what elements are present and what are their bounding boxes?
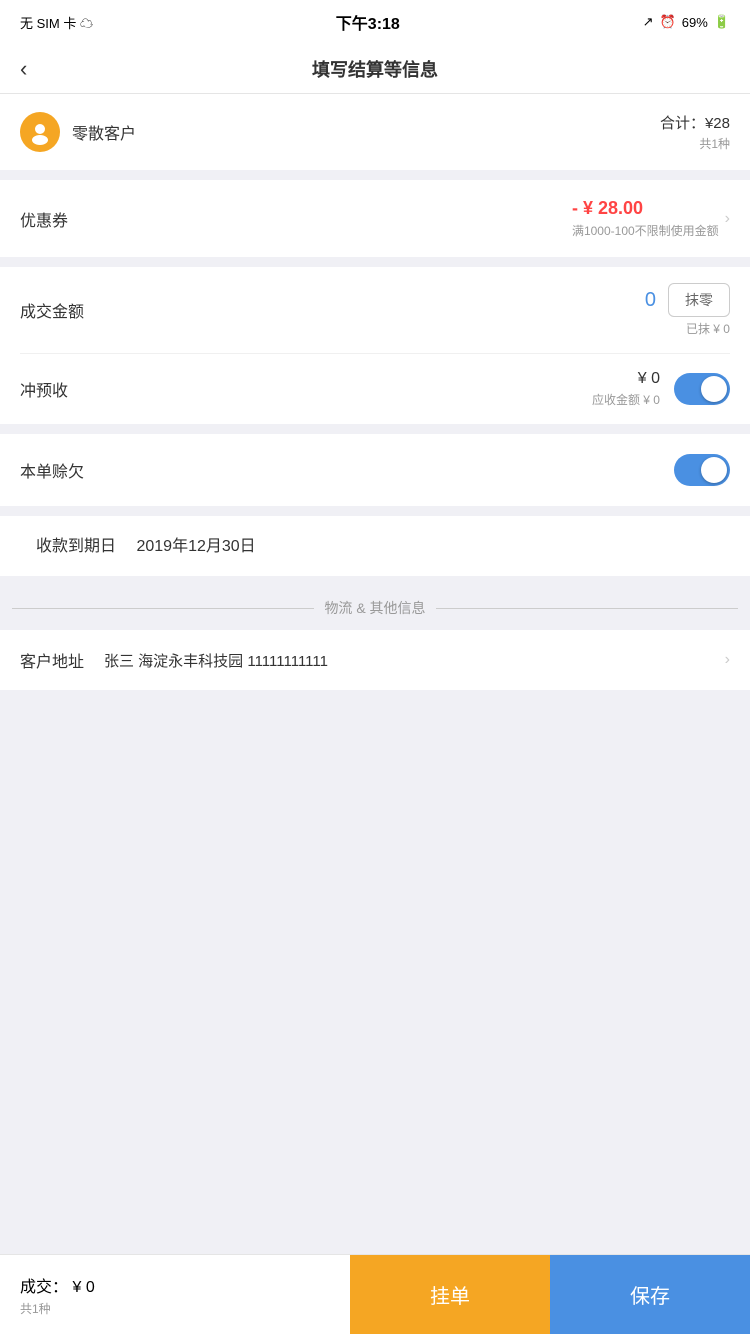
customer-row[interactable]: 零散客户 合计：¥28 共1种 [0, 94, 750, 170]
pre-received-row: 冲预收 ¥ 0 应收金额 ¥ 0 [20, 354, 730, 424]
coupon-section: 优惠券 - ¥ 28.00 满1000-100不限制使用金额 › [0, 180, 750, 257]
sim-status: 无 SIM 卡 ☁ [20, 13, 93, 32]
status-bar: 无 SIM 卡 ☁ 下午3:18 ↗ ⏰ 69% 🔋 [0, 0, 750, 44]
pre-received-sub: 应收金额 ¥ 0 [592, 391, 660, 408]
logistics-header: 物流 & 其他信息 [0, 586, 750, 630]
round-button[interactable]: 抹零 [668, 283, 730, 317]
deal-section: 成交金额 0 抹零 已抹 ¥ 0 冲预收 ¥ 0 应收金额 ¥ 0 [0, 267, 750, 424]
alarm-icon: ⏰ [660, 14, 676, 30]
status-time: 下午3:18 [336, 10, 400, 34]
logistics-label: 物流 & 其他信息 [324, 598, 425, 618]
due-date-row: 收款到期日 2019年12月30日 [0, 516, 750, 576]
debit-section: 本单赊欠 [0, 434, 750, 506]
main-content: 零散客户 合计：¥28 共1种 优惠券 - ¥ 28.00 满1000-100不… [0, 94, 750, 780]
customer-avatar [20, 112, 60, 152]
bottom-deal-amount: ¥ 0 [72, 1279, 94, 1296]
location-icon: ↗ [643, 14, 654, 30]
section-divider [0, 576, 750, 586]
address-value: 张三 海淀永丰科技园 11111111111 [104, 650, 705, 671]
pre-received-toggle[interactable] [674, 373, 730, 405]
hold-button[interactable]: 挂单 [350, 1255, 550, 1334]
deal-amount-row: 成交金额 0 抹零 已抹 ¥ 0 [20, 267, 730, 354]
bottom-bar: 成交： ¥ 0 共1种 挂单 保存 [0, 1254, 750, 1334]
back-button[interactable]: ‹ [20, 56, 27, 82]
coupon-chevron-icon: › [725, 210, 730, 228]
page-title: 填写结算等信息 [312, 56, 438, 82]
customer-total-area: 合计：¥28 共1种 [660, 112, 730, 152]
status-right: ↗ ⏰ 69% 🔋 [643, 14, 730, 30]
customer-left: 零散客户 [20, 112, 136, 152]
customer-count: 共1种 [660, 135, 730, 152]
coupon-discount: - ¥ 28.00 [572, 198, 719, 219]
deal-amount-label: 成交金额 [20, 298, 84, 322]
address-label: 客户地址 [20, 648, 84, 672]
status-left: 无 SIM 卡 ☁ [20, 13, 93, 32]
save-button[interactable]: 保存 [550, 1255, 750, 1334]
pre-received-label: 冲预收 [20, 377, 68, 401]
battery-icon: 🔋 [714, 14, 730, 30]
customer-total: 合计：¥28 [660, 112, 730, 133]
due-date-label: 收款到期日 [36, 538, 116, 555]
address-row[interactable]: 客户地址 张三 海淀永丰科技园 11111111111 › [0, 630, 750, 690]
deal-amount-value[interactable]: 0 [645, 289, 656, 312]
nav-bar: ‹ 填写结算等信息 [0, 44, 750, 94]
coupon-right: - ¥ 28.00 满1000-100不限制使用金额 › [572, 198, 730, 239]
customer-name: 零散客户 [72, 120, 136, 144]
coupon-row[interactable]: 优惠券 - ¥ 28.00 满1000-100不限制使用金额 › [0, 180, 750, 257]
address-chevron-icon: › [725, 651, 730, 669]
battery-percent: 69% [682, 15, 708, 30]
deal-amount-sub: 已抹 ¥ 0 [645, 320, 730, 337]
debit-label: 本单赊欠 [20, 458, 84, 482]
coupon-label: 优惠券 [20, 207, 68, 231]
bottom-count: 共1种 [20, 1300, 330, 1317]
bottom-deal-label: 成交： [20, 1279, 68, 1296]
deal-amount-right: 0 抹零 已抹 ¥ 0 [645, 283, 730, 337]
debit-toggle[interactable] [674, 454, 730, 486]
coupon-description: 满1000-100不限制使用金额 [572, 222, 719, 239]
due-date-value[interactable]: 2019年12月30日 [136, 538, 255, 555]
bottom-info: 成交： ¥ 0 共1种 [0, 1273, 350, 1317]
pre-received-value: ¥ 0 [592, 370, 660, 388]
